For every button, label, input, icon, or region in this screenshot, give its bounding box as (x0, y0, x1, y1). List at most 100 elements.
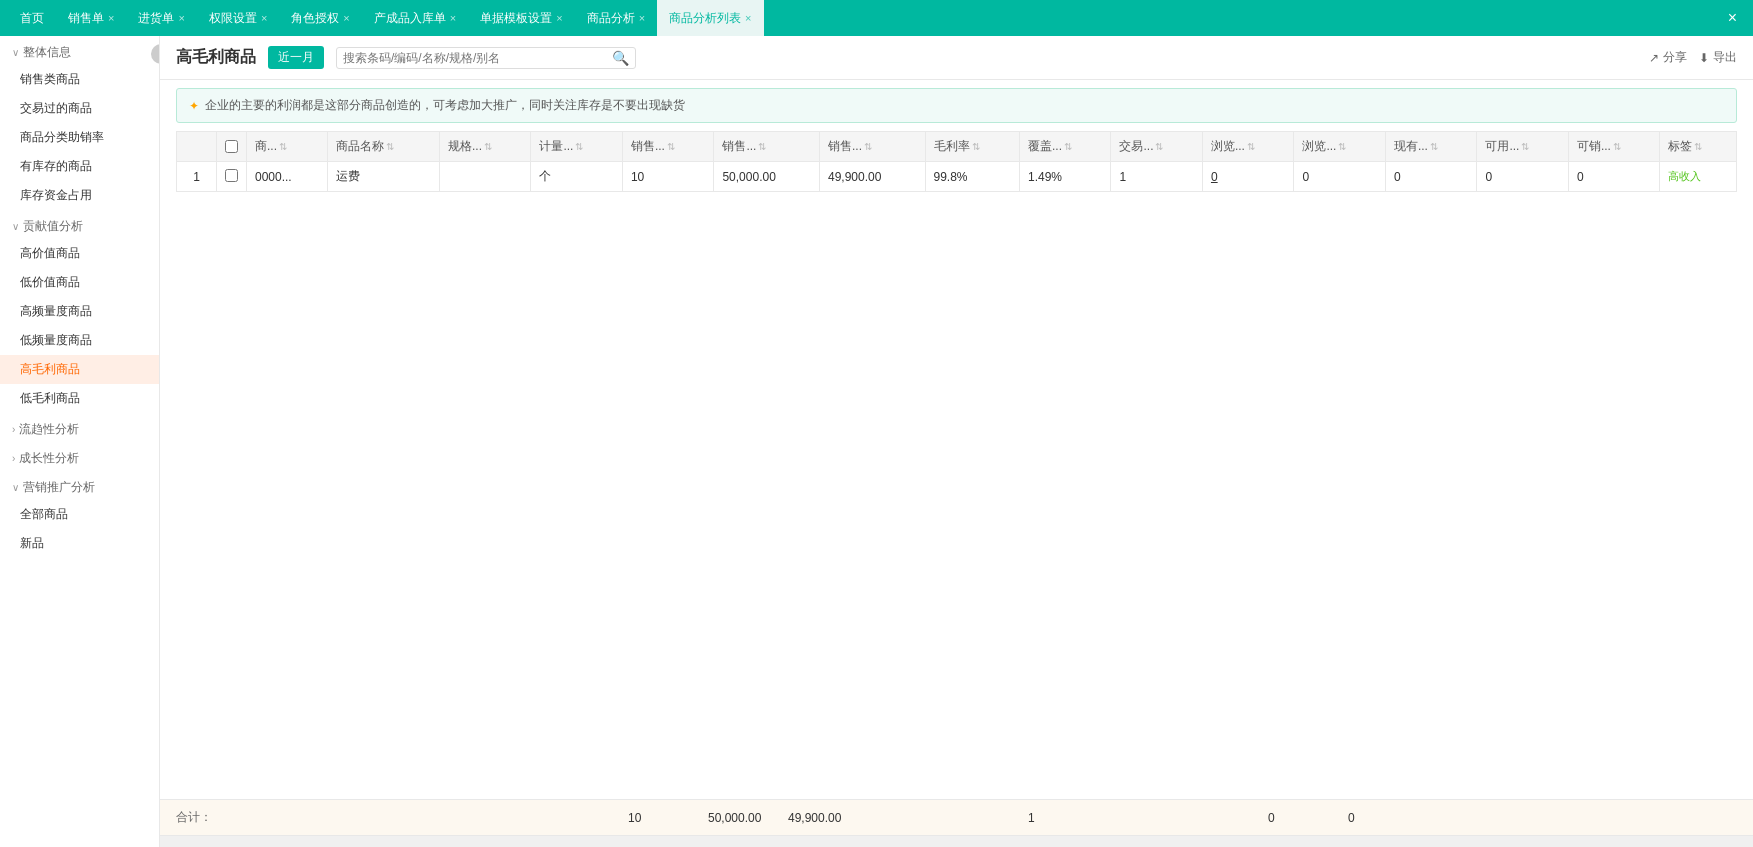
sidebar-item-stock-ratio[interactable]: 库存资金占用 (0, 181, 159, 210)
table-body: 1 0000... 运费 个 10 50,000.00 49,900.00 99… (177, 162, 1737, 192)
export-button[interactable]: ⬇ 导出 (1699, 49, 1737, 66)
marketing-analysis-arrow: ∨ (12, 482, 19, 493)
col-coverage[interactable]: 覆盖... ⇅ (1019, 132, 1110, 162)
nav-order-template[interactable]: 单据模板设置 × (468, 0, 574, 36)
cell-code: 0000... (247, 162, 328, 192)
sidebar-item-traded-goods[interactable]: 交易过的商品 (0, 94, 159, 123)
cell-saleable: 0 (1568, 162, 1659, 192)
close-purchase-order[interactable]: × (178, 12, 184, 24)
footer-coverage (940, 811, 1020, 825)
search-input[interactable] (343, 51, 612, 65)
sidebar-group-marketing-analysis[interactable]: ∨ 营销推广分析 (0, 471, 159, 500)
col-transactions[interactable]: 交易... ⇅ (1111, 132, 1202, 162)
share-button[interactable]: ↗ 分享 (1649, 49, 1687, 66)
col-name-sort[interactable]: ⇅ (386, 141, 394, 152)
sidebar-item-high-margin-goods[interactable]: 高毛利商品 (0, 355, 159, 384)
close-product-analysis-list[interactable]: × (745, 12, 751, 24)
nav-product-analysis-list[interactable]: 商品分析列表 × (657, 0, 763, 36)
nav-role-permissions[interactable]: 角色授权 × (279, 0, 361, 36)
close-sales-order[interactable]: × (108, 12, 114, 24)
col-available1-label: 现有... (1394, 138, 1428, 155)
col-sales-qty-sort[interactable]: ⇅ (667, 141, 675, 152)
sidebar: 《 ∨ 整体信息 销售类商品 交易过的商品 商品分类助销率 有库存的商品 库存资… (0, 36, 160, 847)
col-code-sort[interactable]: ⇅ (279, 141, 287, 152)
close-permission-settings[interactable]: × (261, 12, 267, 24)
cell-name: 运费 (327, 162, 439, 192)
close-all-tabs[interactable]: × (1720, 9, 1745, 27)
col-unit-sort[interactable]: ⇅ (575, 141, 583, 152)
col-margin-rate[interactable]: 毛利率 ⇅ (925, 132, 1019, 162)
sidebar-item-goods-category-help[interactable]: 商品分类助销率 (0, 123, 159, 152)
nav-purchase-order[interactable]: 进货单 × (126, 0, 196, 36)
col-browse2[interactable]: 浏览... ⇅ (1294, 132, 1385, 162)
col-coverage-sort[interactable]: ⇅ (1064, 141, 1072, 152)
nav-product-entry[interactable]: 产成品入库单 × (362, 0, 468, 36)
select-all-checkbox[interactable] (225, 140, 238, 153)
cell-available1: 0 (1385, 162, 1476, 192)
close-role-permissions[interactable]: × (343, 12, 349, 24)
col-saleable-sort[interactable]: ⇅ (1613, 141, 1621, 152)
sidebar-group-trend-analysis[interactable]: › 流趋性分析 (0, 413, 159, 442)
col-sales-cost[interactable]: 销售... ⇅ (819, 132, 925, 162)
col-code[interactable]: 商... ⇅ (247, 132, 328, 162)
row-checkbox[interactable] (225, 169, 238, 182)
close-product-analysis[interactable]: × (639, 12, 645, 24)
search-icon[interactable]: 🔍 (612, 50, 629, 66)
sidebar-group-financial-analysis[interactable]: ∨ 贡献值分析 (0, 210, 159, 239)
col-sales-qty[interactable]: 销售... ⇅ (622, 132, 713, 162)
sidebar-item-low-freq-goods[interactable]: 低频量度商品 (0, 326, 159, 355)
nav-sales-order[interactable]: 销售单 × (56, 0, 126, 36)
footer-browse1 (1100, 811, 1180, 825)
close-product-entry[interactable]: × (450, 12, 456, 24)
sidebar-item-all-goods[interactable]: 全部商品 (0, 500, 159, 529)
col-sales-amount-label: 销售... (722, 138, 756, 155)
col-saleable[interactable]: 可销... ⇅ (1568, 132, 1659, 162)
sidebar-item-stocked-goods[interactable]: 有库存的商品 (0, 152, 159, 181)
col-browse1-sort[interactable]: ⇅ (1247, 141, 1255, 152)
col-available1-sort[interactable]: ⇅ (1430, 141, 1438, 152)
col-sales-cost-sort[interactable]: ⇅ (864, 141, 872, 152)
col-tag[interactable]: 标签 ⇅ (1660, 132, 1737, 162)
nav-product-analysis[interactable]: 商品分析 × (575, 0, 657, 36)
time-filter-button[interactable]: 近一月 (268, 46, 324, 69)
footer-cell-empty1 (220, 811, 300, 825)
cell-checkbox[interactable] (217, 162, 247, 192)
footer-cell-empty4 (460, 811, 540, 825)
cell-browse1[interactable]: 0 (1202, 162, 1293, 192)
col-unit[interactable]: 计量... ⇅ (531, 132, 622, 162)
sidebar-item-new-goods[interactable]: 新品 (0, 529, 159, 558)
col-browse1[interactable]: 浏览... ⇅ (1202, 132, 1293, 162)
col-name[interactable]: 商品名称 ⇅ (327, 132, 439, 162)
col-available1[interactable]: 现有... ⇅ (1385, 132, 1476, 162)
col-margin-rate-sort[interactable]: ⇅ (972, 141, 980, 152)
col-tag-sort[interactable]: ⇅ (1694, 141, 1702, 152)
col-sales-amount[interactable]: 销售... ⇅ (714, 132, 820, 162)
info-icon: ✦ (189, 99, 199, 113)
col-code-label: 商... (255, 138, 277, 155)
sidebar-group-growth-analysis[interactable]: › 成长性分析 (0, 442, 159, 471)
close-order-template[interactable]: × (556, 12, 562, 24)
col-available2-sort[interactable]: ⇅ (1521, 141, 1529, 152)
table-container[interactable]: 商... ⇅ 商品名称 ⇅ 规格... (160, 131, 1753, 799)
col-browse1-label: 浏览... (1211, 138, 1245, 155)
footer-cell-empty5 (540, 811, 620, 825)
col-available2[interactable]: 可用... ⇅ (1477, 132, 1568, 162)
col-spec[interactable]: 规格... ⇅ (439, 132, 530, 162)
col-transactions-sort[interactable]: ⇅ (1155, 141, 1163, 152)
sidebar-item-high-freq-goods[interactable]: 高频量度商品 (0, 297, 159, 326)
sidebar-item-low-value-goods[interactable]: 低价值商品 (0, 268, 159, 297)
nav-home[interactable]: 首页 (8, 0, 56, 36)
sidebar-item-sales-goods[interactable]: 销售类商品 (0, 65, 159, 94)
sidebar-item-low-margin-goods[interactable]: 低毛利商品 (0, 384, 159, 413)
col-coverage-label: 覆盖... (1028, 138, 1062, 155)
cell-num: 1 (177, 162, 217, 192)
col-sales-amount-sort[interactable]: ⇅ (758, 141, 766, 152)
horizontal-scrollbar[interactable] (160, 835, 1753, 847)
col-num (177, 132, 217, 162)
sidebar-item-high-value-goods[interactable]: 高价值商品 (0, 239, 159, 268)
nav-permission-settings[interactable]: 权限设置 × (197, 0, 279, 36)
col-spec-sort[interactable]: ⇅ (484, 141, 492, 152)
col-browse2-sort[interactable]: ⇅ (1338, 141, 1346, 152)
sidebar-group-overall-info[interactable]: ∨ 整体信息 (0, 36, 159, 65)
col-tag-label: 标签 (1668, 138, 1692, 155)
